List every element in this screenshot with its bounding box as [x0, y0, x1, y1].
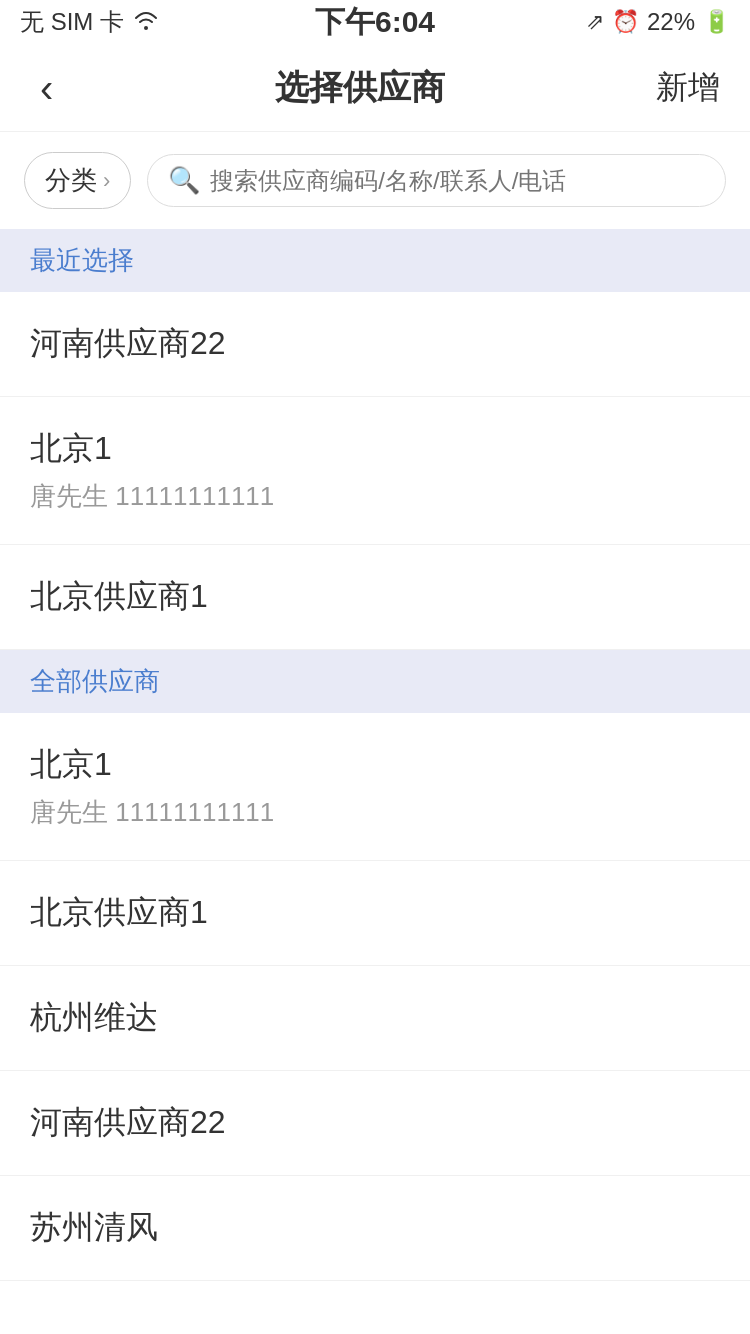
search-box: 🔍	[147, 154, 726, 207]
search-icon: 🔍	[168, 165, 200, 196]
recent-section-header: 最近选择	[0, 229, 750, 292]
all-list-item[interactable]: 杭州维达	[0, 966, 750, 1071]
page-title: 选择供应商	[275, 65, 445, 111]
all-list-item[interactable]: 北京供应商1	[0, 861, 750, 966]
status-bar: 无 SIM 卡 下午6:04 ⇗ ⏰ 22% 🔋	[0, 0, 750, 44]
item-name: 苏州清风	[30, 1206, 720, 1250]
item-name: 北京1	[30, 427, 720, 471]
all-list-item[interactable]: 北京1 唐先生 11111111111	[0, 713, 750, 861]
recent-list: 河南供应商22 北京1 唐先生 11111111111 北京供应商1	[0, 292, 750, 650]
nav-bar: ‹ 选择供应商 新增	[0, 44, 750, 132]
item-name: 河南供应商22	[30, 322, 720, 366]
chevron-right-icon: ›	[103, 168, 110, 194]
item-name: 北京供应商1	[30, 575, 720, 619]
item-name: 杭州维达	[30, 996, 720, 1040]
battery-label: 22%	[647, 8, 695, 36]
item-name: 北京1	[30, 743, 720, 787]
category-label: 分类	[45, 163, 97, 198]
category-button[interactable]: 分类 ›	[24, 152, 131, 209]
filter-bar: 分类 › 🔍	[0, 132, 750, 229]
location-icon: ⇗	[586, 9, 604, 35]
recent-list-item[interactable]: 河南供应商22	[0, 292, 750, 397]
recent-list-item[interactable]: 北京1 唐先生 11111111111	[0, 397, 750, 545]
wifi-icon	[132, 8, 160, 36]
recent-list-item[interactable]: 北京供应商1	[0, 545, 750, 650]
all-section-label: 全部供应商	[30, 666, 160, 696]
all-list-item[interactable]: 苏州清风	[0, 1176, 750, 1281]
back-button[interactable]: ‹	[30, 58, 63, 118]
item-sub: 唐先生 11111111111	[30, 795, 720, 830]
battery-icon: 🔋	[703, 9, 730, 35]
all-list-item[interactable]: 河南供应商22	[0, 1071, 750, 1176]
search-input[interactable]	[210, 167, 705, 195]
status-time: 下午6:04	[315, 2, 435, 43]
status-right: ⇗ ⏰ 22% 🔋	[586, 8, 730, 36]
all-section-header: 全部供应商	[0, 650, 750, 713]
item-name: 河南供应商22	[30, 1101, 720, 1145]
item-sub: 唐先生 11111111111	[30, 479, 720, 514]
all-list: 北京1 唐先生 11111111111 北京供应商1 杭州维达河南供应商22 苏州清风	[0, 713, 750, 1281]
alarm-icon: ⏰	[612, 9, 639, 35]
status-left: 无 SIM 卡	[20, 6, 160, 38]
item-name: 北京供应商1	[30, 891, 720, 935]
add-button[interactable]: 新增	[656, 66, 720, 110]
carrier-label: 无 SIM 卡	[20, 6, 124, 38]
recent-section-label: 最近选择	[30, 245, 134, 275]
